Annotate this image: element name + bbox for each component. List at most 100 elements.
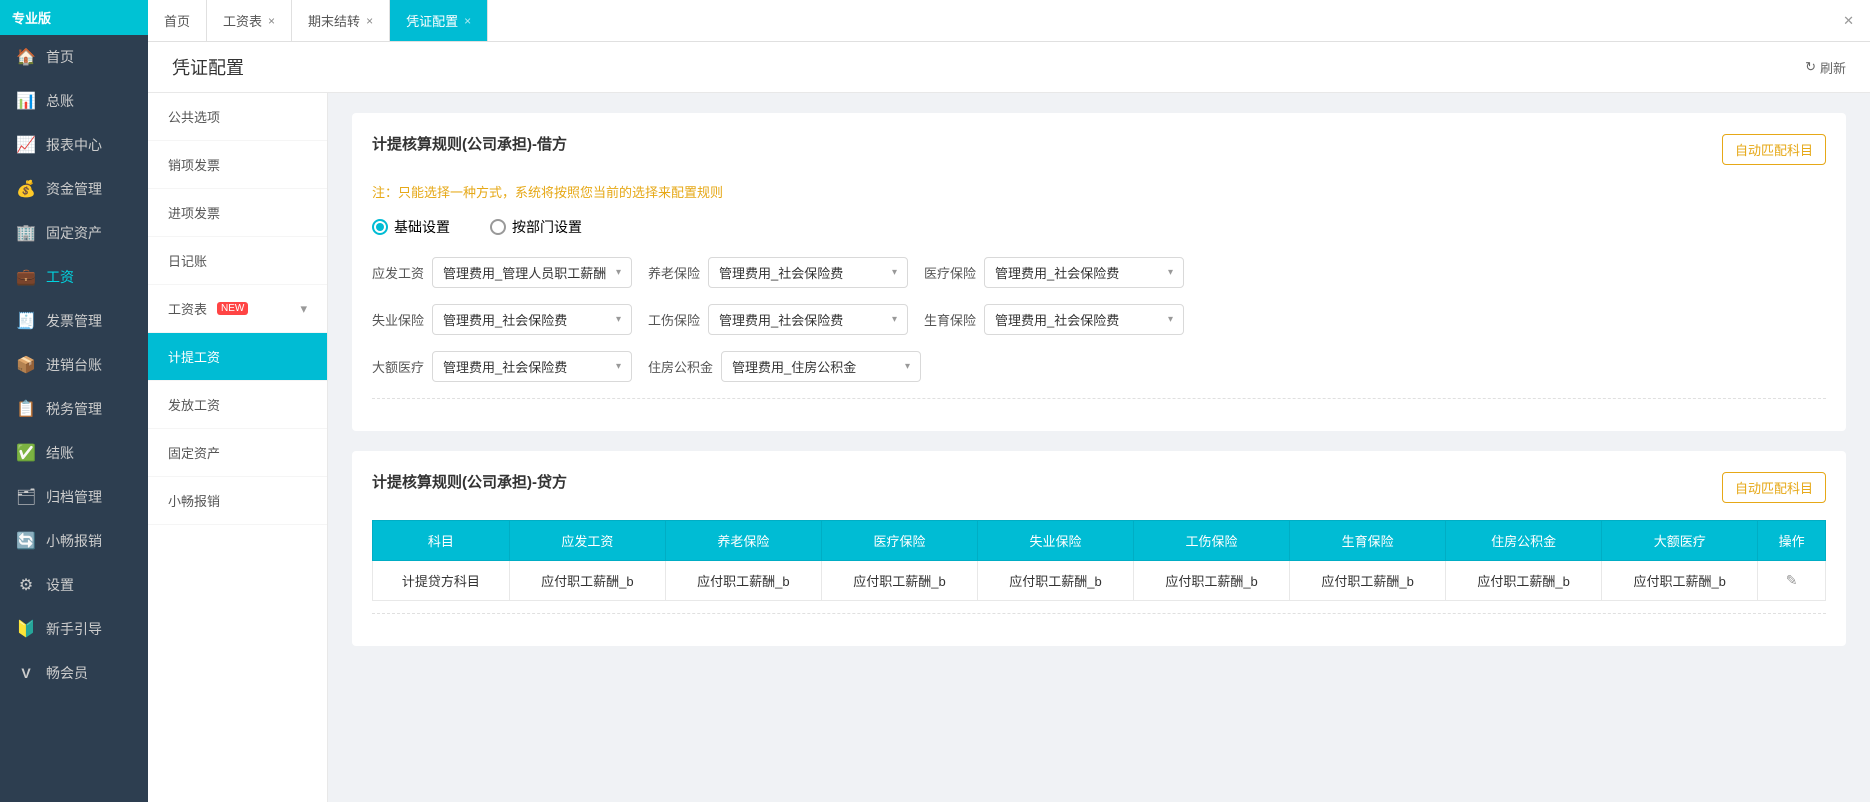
select-yanglao[interactable]: 管理费用_社会保险费 ▾ <box>708 257 908 288</box>
nav-item-input-invoice[interactable]: 进项发票 <box>148 189 327 237</box>
credit-table: 科目 应发工资 养老保险 医疗保险 失业保险 工伤保险 生育保险 住房公积金 大… <box>372 520 1826 601</box>
radio-basic[interactable]: 基础设置 <box>372 217 450 237</box>
chevron-down-icon: ▾ <box>616 314 621 325</box>
expand-icon: ▾ <box>300 301 307 317</box>
tab-close-payroll[interactable]: × <box>268 14 275 28</box>
nav-item-calc-salary[interactable]: 计提工资 <box>148 333 327 381</box>
th-yiliao: 医疗保险 <box>821 521 977 561</box>
assets-icon: 🏢 <box>16 223 36 243</box>
nav-item-public[interactable]: 公共选项 <box>148 93 327 141</box>
th-gongjijin: 住房公积金 <box>1446 521 1602 561</box>
sidebar-item-salary[interactable]: 💼 工资 <box>0 255 148 299</box>
nav-item-xiaochang-report[interactable]: 小畅报销 <box>148 477 327 525</box>
sidebar-item-inventory[interactable]: 📦 进销台账 <box>0 343 148 387</box>
chevron-down-icon: ▾ <box>616 267 621 278</box>
select-dayiliao[interactable]: 管理费用_社会保险费 ▾ <box>432 351 632 382</box>
sidebar-item-invoice[interactable]: 🧾 发票管理 <box>0 299 148 343</box>
sidebar-item-funds[interactable]: 💰 资金管理 <box>0 167 148 211</box>
th-yanglao: 养老保险 <box>665 521 821 561</box>
sidebar-item-settlement[interactable]: ✅ 结账 <box>0 431 148 475</box>
main-content: 计提核算规则(公司承担)-借方 自动匹配科目 注：只能选择一种方式，系统将按照您… <box>328 93 1870 802</box>
content-area: 公共选项 销项发票 进项发票 日记账 工资表 NEW ▾ 计提工资 发放工资 <box>148 93 1870 802</box>
credit-section: 计提核算规则(公司承担)-贷方 自动匹配科目 科目 应发工资 养老保险 医疗保险… <box>352 451 1846 646</box>
radio-dept-circle[interactable] <box>490 219 506 235</box>
sidebar-item-reports[interactable]: 📈 报表中心 <box>0 123 148 167</box>
debit-row-1: 应发工资 管理费用_管理人员职工薪酬 ▾ 养老保险 管理费用_社会保险费 ▾ <box>372 257 1826 288</box>
inventory-icon: 📦 <box>16 355 36 375</box>
cell-gongshang: 应付职工薪酬_b <box>1134 561 1290 601</box>
sidebar-item-settings[interactable]: ⚙ 设置 <box>0 563 148 607</box>
select-shengyu[interactable]: 管理费用_社会保险费 ▾ <box>984 304 1184 335</box>
sidebar: 专业版 🏠 首页 📊 总账 📈 报表中心 💰 资金管理 🏢 固定资产 💼 工资 … <box>0 0 148 802</box>
tab-voucher[interactable]: 凭证配置 × <box>390 0 488 41</box>
radio-group: 基础设置 按部门设置 <box>372 217 1826 237</box>
sidebar-item-ledger[interactable]: 📊 总账 <box>0 79 148 123</box>
tab-close-voucher[interactable]: × <box>464 14 471 28</box>
nav-item-payroll-table[interactable]: 工资表 NEW ▾ <box>148 285 327 333</box>
th-shiye: 失业保险 <box>977 521 1133 561</box>
tab-close-period[interactable]: × <box>366 14 373 28</box>
funds-icon: 💰 <box>16 179 36 199</box>
field-gongshang: 工伤保险 管理费用_社会保险费 ▾ <box>648 304 908 335</box>
radio-basic-circle[interactable] <box>372 219 388 235</box>
select-gongjijin[interactable]: 管理费用_住房公积金 ▾ <box>721 351 921 382</box>
settlement-icon: ✅ <box>16 443 36 463</box>
sidebar-item-guide[interactable]: 🔰 新手引导 <box>0 607 148 651</box>
field-gongjijin: 住房公积金 管理费用_住房公积金 ▾ <box>648 351 921 382</box>
table-row: 计提贷方科目 应付职工薪酬_b 应付职工薪酬_b 应付职工薪酬_b 应付职工薪酬… <box>373 561 1826 601</box>
sidebar-item-xiaochang[interactable]: 🔄 小畅报销 <box>0 519 148 563</box>
debit-row-2: 失业保险 管理费用_社会保险费 ▾ 工伤保险 管理费用_社会保险费 ▾ <box>372 304 1826 335</box>
sidebar-item-home[interactable]: 🏠 首页 <box>0 35 148 79</box>
chevron-down-icon: ▾ <box>1168 314 1173 325</box>
page-title: 凭证配置 <box>172 54 244 80</box>
window-close-btn[interactable]: ✕ <box>1843 13 1870 29</box>
sidebar-item-tax[interactable]: 📋 税务管理 <box>0 387 148 431</box>
select-shiye[interactable]: 管理费用_社会保险费 ▾ <box>432 304 632 335</box>
select-yiliao[interactable]: 管理费用_社会保险费 ▾ <box>984 257 1184 288</box>
cell-action[interactable]: ✎ <box>1758 561 1826 601</box>
debit-row-3: 大额医疗 管理费用_社会保险费 ▾ 住房公积金 管理费用_住房公积金 ▾ <box>372 351 1826 382</box>
tab-period[interactable]: 期末结转 × <box>292 0 390 41</box>
cell-yiliao: 应付职工薪酬_b <box>821 561 977 601</box>
nav-item-fixed-assets[interactable]: 固定资产 <box>148 429 327 477</box>
tab-payroll[interactable]: 工资表 × <box>207 0 292 41</box>
nav-item-journal[interactable]: 日记账 <box>148 237 327 285</box>
nav-item-pay-salary[interactable]: 发放工资 <box>148 381 327 429</box>
field-yingfa: 应发工资 管理费用_管理人员职工薪酬 ▾ <box>372 257 632 288</box>
edit-icon[interactable]: ✎ <box>1786 572 1798 588</box>
guide-icon: 🔰 <box>16 619 36 639</box>
credit-auto-match-button[interactable]: 自动匹配科目 <box>1722 472 1826 503</box>
divider-1 <box>372 398 1826 399</box>
chevron-down-icon: ▾ <box>905 361 910 372</box>
salary-icon: 💼 <box>16 267 36 287</box>
debit-section-header: 计提核算规则(公司承担)-借方 自动匹配科目 <box>372 133 1826 166</box>
tab-home[interactable]: 首页 <box>148 0 207 41</box>
debit-auto-match-button[interactable]: 自动匹配科目 <box>1722 134 1826 165</box>
cell-yingfa: 应付职工薪酬_b <box>509 561 665 601</box>
sidebar-item-archive[interactable]: 🗂 归档管理 <box>0 475 148 519</box>
radio-dept[interactable]: 按部门设置 <box>490 217 582 237</box>
sidebar-item-assets[interactable]: 🏢 固定资产 <box>0 211 148 255</box>
cell-yanglao: 应付职工薪酬_b <box>665 561 821 601</box>
divider-2 <box>372 613 1826 614</box>
refresh-button[interactable]: ↻ 刷新 <box>1805 58 1846 77</box>
chevron-down-icon: ▾ <box>892 267 897 278</box>
credit-title: 计提核算规则(公司承担)-贷方 <box>372 471 567 492</box>
cell-shengyu: 应付职工薪酬_b <box>1290 561 1446 601</box>
field-shengyu: 生育保险 管理费用_社会保险费 ▾ <box>924 304 1184 335</box>
th-shengyu: 生育保险 <box>1290 521 1446 561</box>
chevron-down-icon: ▾ <box>1168 267 1173 278</box>
select-yingfa[interactable]: 管理费用_管理人员职工薪酬 ▾ <box>432 257 632 288</box>
archive-icon: 🗂 <box>16 487 36 507</box>
main-area: 首页 工资表 × 期末结转 × 凭证配置 × ✕ 凭证配置 ↻ 刷新 公共选项 <box>148 0 1870 802</box>
chevron-down-icon: ▾ <box>616 361 621 372</box>
select-gongshang[interactable]: 管理费用_社会保险费 ▾ <box>708 304 908 335</box>
field-dayiliao: 大额医疗 管理费用_社会保险费 ▾ <box>372 351 632 382</box>
nav-item-cancel-invoice[interactable]: 销项发票 <box>148 141 327 189</box>
refresh-icon: ↻ <box>1805 59 1816 75</box>
debit-note: 注：只能选择一种方式，系统将按照您当前的选择来配置规则 <box>372 182 1826 201</box>
th-gongshang: 工伤保险 <box>1134 521 1290 561</box>
sidebar-item-member[interactable]: V 畅会员 <box>0 651 148 695</box>
debit-title: 计提核算规则(公司承担)-借方 <box>372 133 567 154</box>
cell-subject: 计提贷方科目 <box>373 561 510 601</box>
